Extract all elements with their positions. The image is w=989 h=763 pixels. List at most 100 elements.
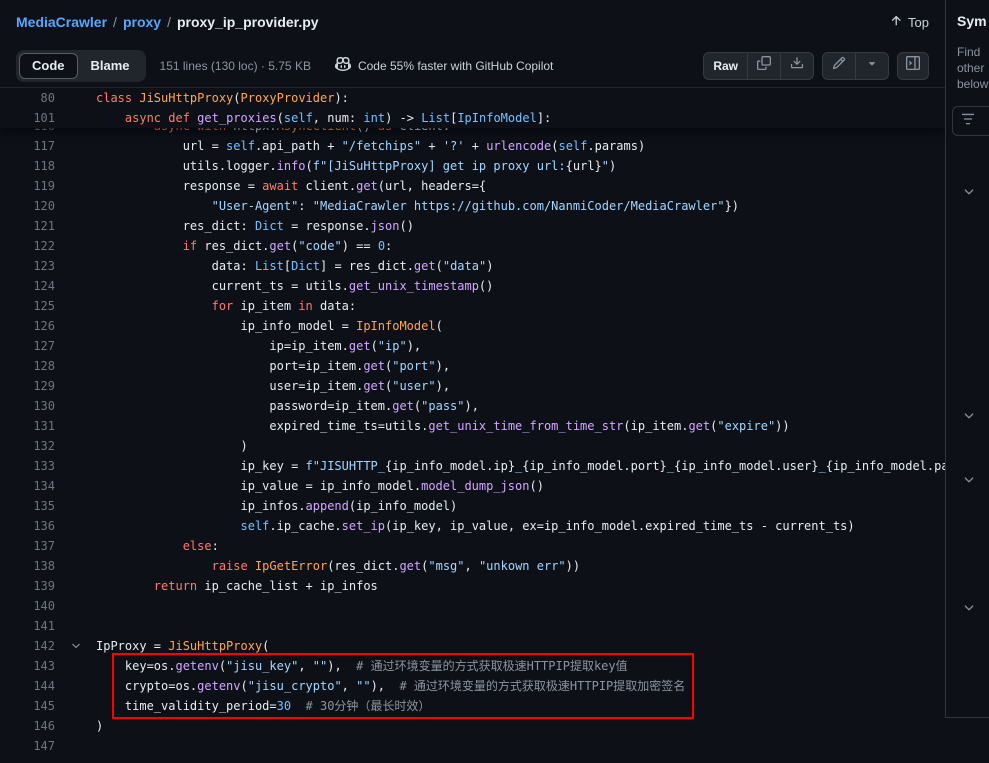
copy-icon	[757, 56, 771, 75]
line-number[interactable]: 130	[0, 396, 55, 416]
fold-gutter	[55, 256, 96, 276]
line-number[interactable]: 132	[0, 436, 55, 456]
fold-gutter	[55, 396, 96, 416]
line-number[interactable]: 119	[0, 176, 55, 196]
fold-gutter	[55, 716, 96, 736]
symbols-panel-toggle-button[interactable]	[897, 52, 929, 80]
line-number[interactable]: 142	[0, 636, 55, 656]
line-number[interactable]: 147	[0, 736, 55, 756]
line-number[interactable]: 133	[0, 456, 55, 476]
line-number[interactable]: 101	[0, 108, 55, 128]
line-number[interactable]: 137	[0, 536, 55, 556]
code-text: raise IpGetError(res_dict.get("msg", "un…	[96, 556, 945, 576]
line-number[interactable]: 140	[0, 596, 55, 616]
chevron-down-icon[interactable]	[962, 473, 976, 492]
code-line: 138 raise IpGetError(res_dict.get("msg",…	[0, 556, 945, 576]
symbols-desc-line: Find	[957, 44, 988, 60]
copilot-icon	[335, 56, 351, 75]
line-number[interactable]: 120	[0, 196, 55, 216]
fold-gutter	[55, 496, 96, 516]
fold-gutter	[55, 596, 96, 616]
symbols-filter-input[interactable]	[952, 106, 989, 136]
code-text: crypto=os.getenv("jisu_crypto", ""), # 通…	[96, 676, 945, 696]
code-text: key=os.getenv("jisu_key", ""), # 通过环境变量的…	[96, 656, 945, 676]
code-text: return ip_cache_list + ip_infos	[96, 576, 945, 596]
tab-code[interactable]: Code	[19, 53, 78, 79]
fold-gutter	[55, 216, 96, 236]
line-number[interactable]: 125	[0, 296, 55, 316]
code-line: 118 utils.logger.info(f"[JiSuHttpProxy] …	[0, 156, 945, 176]
download-raw-button[interactable]	[780, 53, 813, 79]
chevron-down-icon[interactable]	[962, 601, 976, 620]
code-line: 133 ip_key = f"JISUHTTP_{ip_info_model.i…	[0, 456, 945, 476]
code-text: data: List[Dict] = res_dict.get("data")	[96, 256, 945, 276]
triangle-down-icon	[865, 56, 879, 75]
breadcrumb-repo-link[interactable]: MediaCrawler	[16, 14, 107, 30]
code-line: 139 return ip_cache_list + ip_infos	[0, 576, 945, 596]
breadcrumb-separator: /	[113, 14, 117, 30]
line-number[interactable]: 126	[0, 316, 55, 336]
fold-gutter	[55, 88, 96, 108]
file-header: MediaCrawler / proxy / proxy_ip_provider…	[0, 0, 945, 44]
line-number[interactable]: 128	[0, 356, 55, 376]
code-text: time_validity_period=30 # 30分钟（最长时效）	[96, 696, 945, 716]
line-number[interactable]: 80	[0, 88, 55, 108]
fold-gutter	[55, 556, 96, 576]
sidebar-panel-icon	[906, 56, 920, 75]
raw-button[interactable]: Raw	[704, 53, 747, 79]
line-number[interactable]: 138	[0, 556, 55, 576]
symbols-panel-border: Sym Find other below	[945, 0, 989, 718]
line-number[interactable]: 144	[0, 676, 55, 696]
code-line: 146)	[0, 716, 945, 736]
fold-gutter	[55, 356, 96, 376]
code-text	[96, 596, 945, 616]
code-line: 126 ip_info_model = IpInfoModel(	[0, 316, 945, 336]
line-number[interactable]: 129	[0, 376, 55, 396]
tab-blame[interactable]: Blame	[78, 53, 143, 79]
scroll-to-top-label: Top	[908, 15, 929, 30]
chevron-down-icon[interactable]	[962, 185, 976, 204]
fold-gutter	[55, 316, 96, 336]
line-number[interactable]: 135	[0, 496, 55, 516]
breadcrumb-dir-link[interactable]: proxy	[123, 14, 161, 30]
copy-raw-button[interactable]	[747, 53, 780, 79]
line-number[interactable]: 118	[0, 156, 55, 176]
code-text: port=ip_item.get("port"),	[96, 356, 945, 376]
code-text: response = await client.get(url, headers…	[96, 176, 945, 196]
line-number[interactable]: 117	[0, 136, 55, 156]
fold-chevron-icon[interactable]	[55, 636, 96, 656]
chevron-down-icon[interactable]	[962, 409, 976, 428]
line-number[interactable]: 143	[0, 656, 55, 676]
line-number[interactable]: 134	[0, 476, 55, 496]
raw-button-label: Raw	[713, 59, 738, 73]
symbols-desc-line: other	[957, 60, 988, 76]
line-number[interactable]: 123	[0, 256, 55, 276]
line-number[interactable]: 136	[0, 516, 55, 536]
code-text: "User-Agent": "MediaCrawler https://gith…	[96, 196, 945, 216]
line-number[interactable]: 121	[0, 216, 55, 236]
line-number[interactable]: 146	[0, 716, 55, 736]
line-number[interactable]: 139	[0, 576, 55, 596]
line-number[interactable]: 141	[0, 616, 55, 636]
fold-gutter	[55, 436, 96, 456]
edit-options-dropdown[interactable]	[855, 53, 888, 79]
copilot-banner[interactable]: Code 55% faster with GitHub Copilot	[335, 56, 553, 75]
line-number[interactable]: 131	[0, 416, 55, 436]
fold-gutter	[55, 576, 96, 596]
fold-gutter	[55, 676, 96, 696]
arrow-up-icon	[889, 14, 903, 31]
line-number[interactable]: 127	[0, 336, 55, 356]
line-number[interactable]: 124	[0, 276, 55, 296]
code-line: 147	[0, 736, 945, 756]
fold-gutter	[55, 176, 96, 196]
fold-gutter	[55, 296, 96, 316]
edit-button-group	[822, 52, 889, 80]
fold-gutter	[55, 536, 96, 556]
scroll-to-top-button[interactable]: Top	[889, 14, 929, 31]
edit-file-button[interactable]	[823, 53, 855, 79]
line-number[interactable]: 122	[0, 236, 55, 256]
code-text: ip=ip_item.get("ip"),	[96, 336, 945, 356]
code-line: 130 password=ip_item.get("pass"),	[0, 396, 945, 416]
line-number[interactable]: 145	[0, 696, 55, 716]
sticky-lines: 80class JiSuHttpProxy(ProxyProvider):101…	[0, 88, 945, 128]
